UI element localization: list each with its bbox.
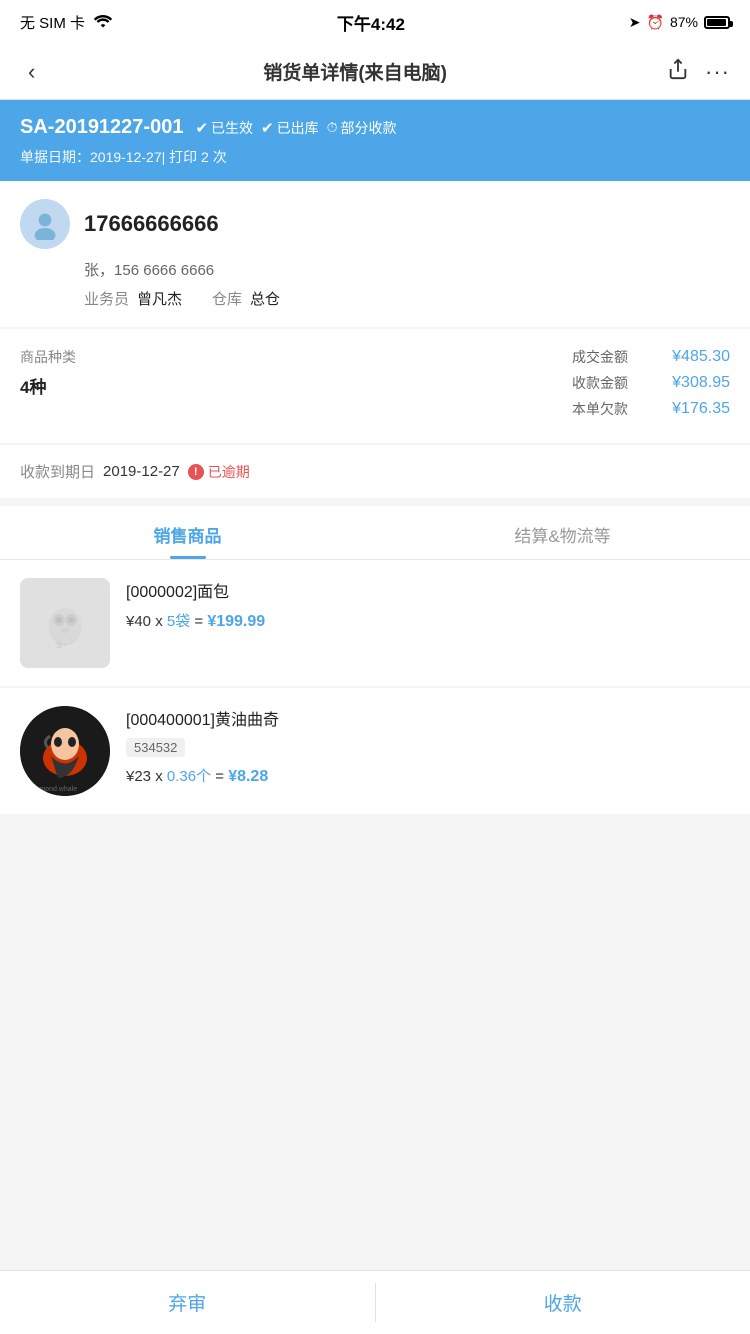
product-total-1: ¥199.99 (207, 613, 265, 630)
svg-text:鱼+: 鱼+ (56, 640, 67, 649)
share-icon[interactable] (667, 58, 689, 86)
product-image-1: 鱼+ (20, 578, 110, 668)
product-type-label: 商品种类 (20, 347, 76, 367)
amount-stats: 成交金额 ¥485.30 收款金额 ¥308.95 本单欠款 ¥176.35 (572, 347, 730, 425)
list-item: diamond whale [000400001]黄油曲奇 534532 ¥23… (0, 688, 750, 814)
overdue-dot-icon: ! (188, 464, 204, 480)
product-price-base-1: ¥40 (126, 613, 151, 630)
list-item: 鱼+ [0000002]面包 ¥40 x 5袋 = ¥199.99 (0, 560, 750, 686)
warehouse-label: 仓库 (212, 288, 242, 309)
debt-label: 本单欠款 (572, 399, 628, 419)
product-type-count: 4种 (20, 378, 46, 397)
received-row: 收款金额 ¥308.95 (572, 373, 730, 393)
product-name-1: [0000002]面包 (126, 578, 730, 602)
location-icon: ➤ (629, 14, 641, 31)
clock-icon: ⏱ (327, 119, 338, 136)
check-icon-2: ✔ (261, 119, 274, 137)
avatar (20, 199, 70, 249)
product-list: 鱼+ [0000002]面包 ¥40 x 5袋 = ¥199.99 (0, 560, 750, 886)
product-multiply-2: x (155, 768, 167, 785)
sales-meta: 业务员 曾凡杰 (84, 288, 182, 309)
received-value: ¥308.95 (640, 374, 730, 392)
customer-name-sub: 张，156 6666 6666 (20, 259, 730, 280)
order-banner: SA-20191227-001 ✔ 已生效 ✔ 已出库 ⏱ 部分收款 单据日期：… (0, 100, 750, 181)
status-tag-partial: ⏱ 部分收款 (327, 118, 397, 138)
product-equals-2: = (215, 768, 228, 785)
overdue-date: 2019-12-27 (103, 463, 180, 480)
check-icon-1: ✔ (195, 119, 208, 137)
cancel-button[interactable]: 弃审 (0, 1271, 375, 1334)
product-info-2: [000400001]黄油曲奇 534532 ¥23 x 0.36个 = ¥8.… (126, 706, 730, 786)
product-image-2: diamond whale (20, 706, 110, 796)
debt-value: ¥176.35 (640, 400, 730, 418)
more-icon[interactable]: ··· (705, 59, 730, 85)
product-placeholder-1: 鱼+ (20, 578, 110, 668)
product-equals-1: = (194, 613, 207, 630)
customer-meta: 业务员 曾凡杰 仓库 总仓 (20, 288, 730, 309)
battery-icon (704, 16, 730, 29)
status-tag-effective: ✔ 已生效 (195, 118, 253, 138)
sales-label: 业务员 (84, 288, 129, 309)
order-id: SA-20191227-001 (20, 116, 183, 139)
overdue-label: 收款到期日 (20, 461, 95, 482)
product-name-2: [000400001]黄油曲奇 (126, 706, 730, 730)
alarm-icon: ⏰ (647, 14, 664, 31)
confirm-button[interactable]: 收款 (376, 1271, 750, 1334)
product-type-stat: 商品种类 4种 (20, 347, 76, 398)
tab-settlement[interactable]: 结算&物流等 (375, 506, 750, 559)
status-left: 无 SIM 卡 (20, 12, 113, 33)
amount-label: 成交金额 (572, 347, 628, 367)
received-label: 收款金额 (572, 373, 628, 393)
carrier-label: 无 SIM 卡 (20, 12, 85, 33)
status-tag-shipped: ✔ 已出库 (261, 118, 319, 138)
amount-value: ¥485.30 (640, 348, 730, 366)
status-right: ➤ ⏰ 87% (629, 14, 730, 31)
product-info-1: [0000002]面包 ¥40 x 5袋 = ¥199.99 (126, 578, 730, 631)
bottom-bar: 弃审 收款 (0, 1270, 750, 1334)
warehouse-meta: 仓库 总仓 (212, 288, 280, 309)
warehouse-name: 总仓 (250, 288, 280, 309)
tabs-section: 销售商品 结算&物流等 (0, 506, 750, 560)
back-button[interactable]: ‹ (20, 51, 43, 93)
overdue-badge: ! 已逾期 (188, 462, 250, 482)
battery-label: 87% (670, 14, 698, 30)
status-bar: 无 SIM 卡 下午4:42 ➤ ⏰ 87% (0, 0, 750, 44)
nav-bar: ‹ 销货单详情(来自电脑) ··· (0, 44, 750, 100)
product-price-2: ¥23 x 0.36个 = ¥8.28 (126, 765, 730, 786)
customer-phone: 17666666666 (84, 211, 219, 237)
product-total-2: ¥8.28 (228, 768, 268, 785)
svg-text:diamond whale: diamond whale (30, 786, 77, 793)
amount-row: 成交金额 ¥485.30 (572, 347, 730, 367)
product-price-base-2: ¥23 (126, 768, 151, 785)
product-qty-1: 5袋 (167, 613, 190, 630)
overdue-section: 收款到期日 2019-12-27 ! 已逾期 (0, 445, 750, 498)
status-time: 下午4:42 (337, 10, 405, 35)
product-sku-badge-2: 534532 (126, 738, 185, 757)
wifi-icon (93, 12, 113, 32)
overdue-badge-text: 已逾期 (208, 462, 250, 482)
banner-date-info: 单据日期：2019-12-27| 打印 2 次 (20, 147, 730, 167)
status-tags: ✔ 已生效 ✔ 已出库 ⏱ 部分收款 (195, 118, 396, 138)
tab-products[interactable]: 销售商品 (0, 506, 375, 559)
product-multiply-1: x (155, 613, 167, 630)
nav-actions: ··· (667, 58, 730, 86)
page-title: 销货单详情(来自电脑) (263, 58, 447, 85)
customer-section: 17666666666 张，156 6666 6666 业务员 曾凡杰 仓库 总… (0, 181, 750, 327)
product-qty-2: 0.36个 (167, 768, 211, 785)
sales-name: 曾凡杰 (137, 288, 182, 309)
stats-section: 商品种类 4种 成交金额 ¥485.30 收款金额 ¥308.95 本单欠款 ¥… (0, 329, 750, 443)
product-price-1: ¥40 x 5袋 = ¥199.99 (126, 610, 730, 631)
debt-row: 本单欠款 ¥176.35 (572, 399, 730, 419)
